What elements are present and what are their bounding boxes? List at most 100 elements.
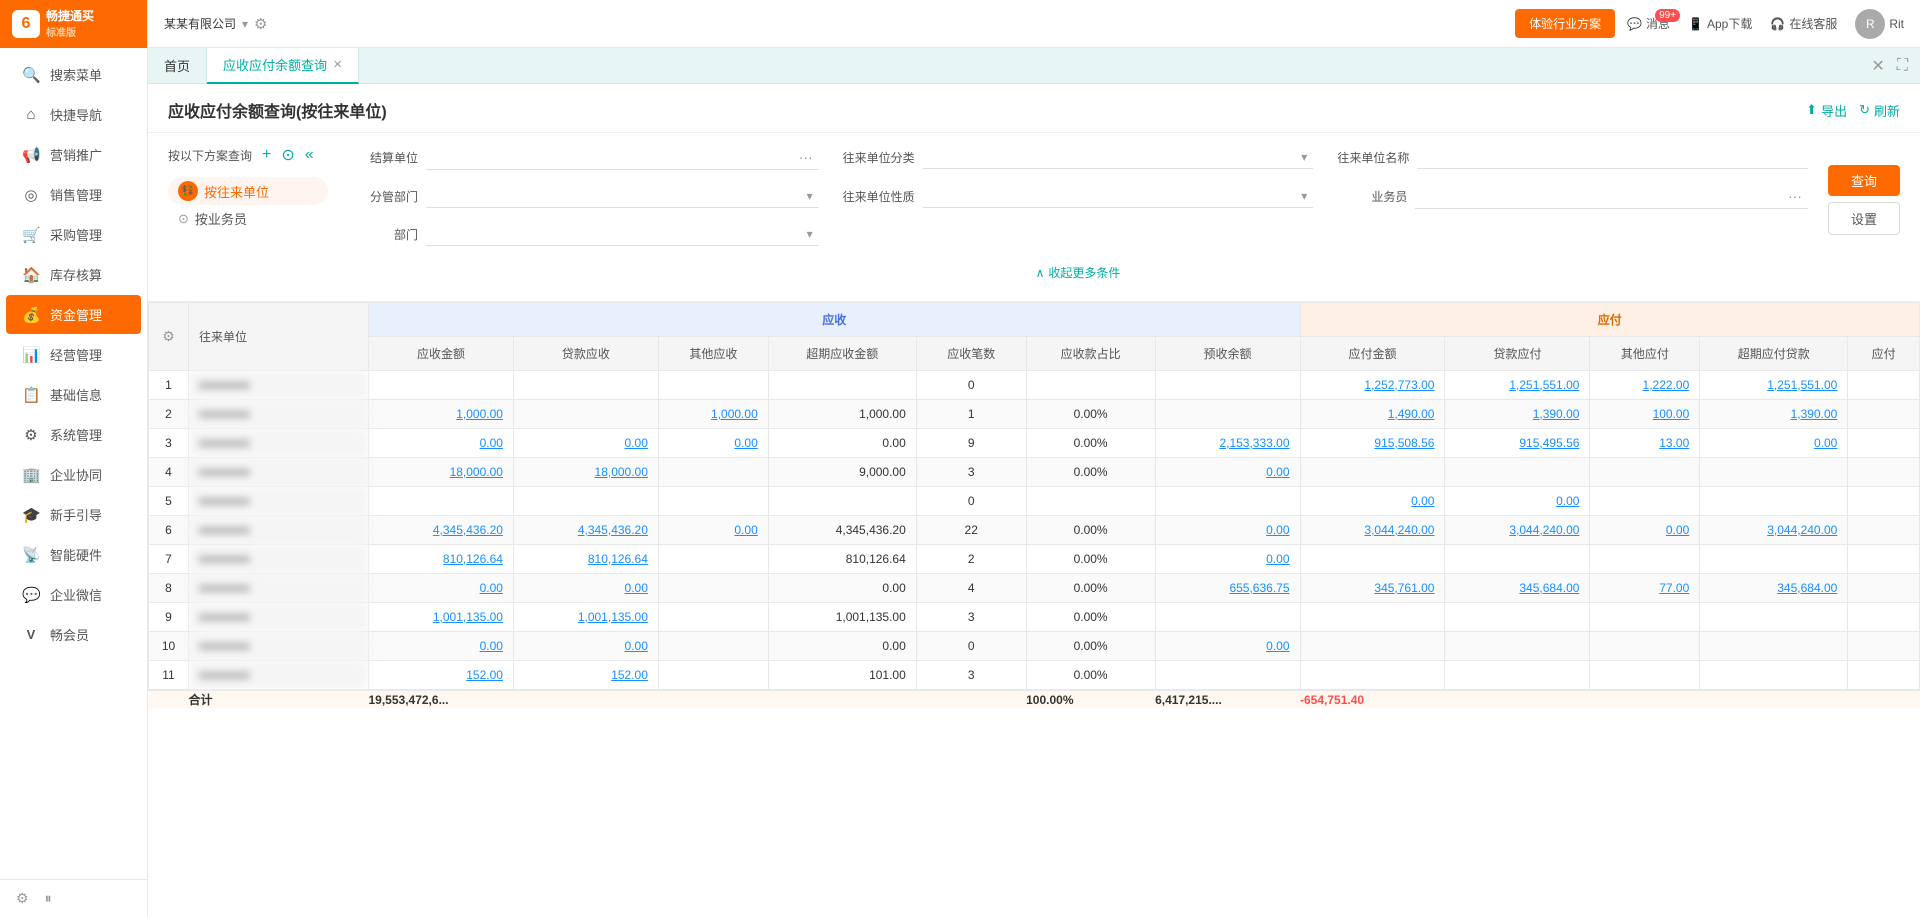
table-cell[interactable]: 3,044,240.00	[1700, 516, 1848, 545]
messages-action[interactable]: 💬 消息 99+	[1627, 15, 1670, 32]
footer-advance[interactable]: 6,417,215....	[1155, 690, 1300, 708]
table-cell[interactable]: 0.00	[1155, 516, 1300, 545]
table-cell[interactable]: 77.00	[1590, 574, 1700, 603]
table-cell[interactable]: 0.00	[1155, 632, 1300, 661]
table-cell[interactable]: 2,153,333.00	[1155, 429, 1300, 458]
sidebar-item-wechat[interactable]: 💬 企业微信	[6, 575, 141, 614]
sidebar-item-quick-nav[interactable]: ⌂ 快捷导航	[6, 95, 141, 134]
table-cell[interactable]: 1,490.00	[1300, 400, 1445, 429]
table-cell[interactable]: 0.00	[1700, 429, 1848, 458]
sidebar-item-inventory[interactable]: 🏠 库存核算	[6, 255, 141, 294]
table-cell[interactable]: 1,251,551.00	[1700, 371, 1848, 400]
settlement-unit-ellipsis[interactable]: ···	[799, 149, 813, 165]
table-cell[interactable]: 0.00	[1300, 487, 1445, 516]
promo-button[interactable]: 体验行业方案	[1515, 9, 1615, 38]
table-cell[interactable]: 1,252,773.00	[1300, 371, 1445, 400]
query-button[interactable]: 查询	[1828, 165, 1900, 196]
partner-nature-chevron[interactable]: ▾	[1301, 189, 1307, 203]
salesman-ellipsis[interactable]: ···	[1788, 188, 1802, 204]
online-service-action[interactable]: 🎧 在线客服	[1770, 15, 1837, 32]
sidebar-item-marketing[interactable]: 📢 营销推广	[6, 135, 141, 174]
table-cell[interactable]: 1,000.00	[369, 400, 514, 429]
sidebar-item-enterprise[interactable]: 🏢 企业协同	[6, 455, 141, 494]
table-cell[interactable]: 0.00	[513, 429, 658, 458]
sidebar-item-sales[interactable]: ◎ 销售管理	[6, 175, 141, 214]
query-collapse-icon[interactable]: «	[305, 146, 314, 164]
sidebar-item-hardware[interactable]: 📡 智能硬件	[6, 535, 141, 574]
query-option-by-partner[interactable]: 💱 按往来单位	[168, 177, 328, 205]
table-cell[interactable]: 810,126.64	[513, 545, 658, 574]
sidebar-item-guide[interactable]: 🎓 新手引导	[6, 495, 141, 534]
sidebar-bottom: ⚙ ⏸	[0, 879, 147, 917]
table-cell[interactable]: 1,001,135.00	[513, 603, 658, 632]
table-cell[interactable]: 1,000.00	[658, 400, 768, 429]
table-cell[interactable]: 0.00	[1155, 545, 1300, 574]
tab-ar-ap-query[interactable]: 应收应付余额查询 ✕	[207, 48, 359, 84]
table-cell[interactable]: 345,684.00	[1700, 574, 1848, 603]
table-cell[interactable]: 0.00	[513, 632, 658, 661]
table-cell[interactable]: 18,000.00	[369, 458, 514, 487]
table-cell[interactable]: 18,000.00	[513, 458, 658, 487]
query-add-icon[interactable]: +	[262, 146, 271, 164]
table-cell[interactable]: 152.00	[369, 661, 514, 691]
table-cell[interactable]: 345,684.00	[1445, 574, 1590, 603]
header-breadcrumb: 某某有限公司 ▾ ⚙	[164, 15, 1503, 33]
tab-close-icon[interactable]: ✕	[333, 58, 342, 71]
export-button[interactable]: ⬆ 导出	[1806, 101, 1847, 120]
sidebar-item-member[interactable]: V 畅会员	[6, 615, 141, 654]
table-cell[interactable]: 0.00	[1445, 487, 1590, 516]
table-cell[interactable]: 810,126.64	[369, 545, 514, 574]
sidebar-settings-icon[interactable]: ⚙	[16, 890, 29, 907]
query-setting-icon[interactable]: ⊙	[281, 145, 294, 165]
sidebar-item-base-info[interactable]: 📋 基础信息	[6, 375, 141, 414]
setting-button[interactable]: 设置	[1828, 202, 1900, 235]
table-cell[interactable]: 4,345,436.20	[513, 516, 658, 545]
table-cell[interactable]: 1,001,135.00	[369, 603, 514, 632]
table-cell[interactable]: 4,345,436.20	[369, 516, 514, 545]
table-cell[interactable]: 0.00	[513, 574, 658, 603]
sidebar-collapse-icon[interactable]: ⏸	[45, 890, 52, 907]
table-cell[interactable]: 1,222.00	[1590, 371, 1700, 400]
table-cell[interactable]: 1,251,551.00	[1445, 371, 1590, 400]
query-option-by-salesman[interactable]: ⊙ 按业务员	[168, 205, 328, 232]
sidebar-item-finance[interactable]: 💰 资金管理	[6, 295, 141, 334]
table-cell[interactable]: 915,495.56	[1445, 429, 1590, 458]
tab-fullscreen-btn[interactable]: ⛶	[1897, 57, 1908, 75]
guide-icon: 🎓	[22, 506, 40, 524]
sidebar-item-search-menu[interactable]: 🔍 搜索菜单	[6, 55, 141, 94]
refresh-button[interactable]: ↻ 刷新	[1859, 101, 1900, 120]
dept-manager-chevron[interactable]: ▾	[807, 189, 813, 203]
table-cell[interactable]: 1,390.00	[1445, 400, 1590, 429]
table-cell[interactable]: 0.00	[658, 516, 768, 545]
table-cell[interactable]: 655,636.75	[1155, 574, 1300, 603]
table-cell[interactable]: 0.00	[1155, 458, 1300, 487]
table-cell[interactable]: 3,044,240.00	[1445, 516, 1590, 545]
department-chevron[interactable]: ▾	[807, 227, 813, 241]
sidebar-item-system[interactable]: ⚙ 系统管理	[6, 415, 141, 454]
collapse-more-btn[interactable]: ∧ 收起更多条件	[348, 256, 1808, 289]
tab-home[interactable]: 首页	[148, 48, 207, 84]
table-cell[interactable]: 1,390.00	[1700, 400, 1848, 429]
table-cell	[1700, 458, 1848, 487]
table-cell[interactable]: 0.00	[658, 429, 768, 458]
table-cell[interactable]: 3,044,240.00	[1300, 516, 1445, 545]
table-cell[interactable]: 0.00	[369, 574, 514, 603]
app-download-action[interactable]: 📱 App下载	[1688, 15, 1752, 32]
sidebar-item-operation[interactable]: 📊 经营管理	[6, 335, 141, 374]
user-profile[interactable]: R Rit	[1855, 9, 1904, 39]
header-gear-icon[interactable]: ⚙	[254, 15, 267, 33]
table-cell[interactable]: 152.00	[513, 661, 658, 691]
table-cell[interactable]: 345,761.00	[1300, 574, 1445, 603]
footer-ar-total[interactable]: 19,553,472,6...	[369, 690, 514, 708]
table-settings-icon[interactable]: ⚙	[162, 328, 175, 344]
sidebar-item-purchase[interactable]: 🛒 采购管理	[6, 215, 141, 254]
table-cell[interactable]: 100.00	[1590, 400, 1700, 429]
table-cell[interactable]: 0.00	[369, 632, 514, 661]
table-cell[interactable]: 13.00	[1590, 429, 1700, 458]
tab-close-btn[interactable]: ✕	[1871, 56, 1884, 76]
partner-name-input[interactable]	[1417, 146, 1808, 169]
table-cell[interactable]: 0.00	[1590, 516, 1700, 545]
partner-category-chevron[interactable]: ▾	[1301, 150, 1307, 164]
table-cell[interactable]: 915,508.56	[1300, 429, 1445, 458]
table-cell[interactable]: 0.00	[369, 429, 514, 458]
